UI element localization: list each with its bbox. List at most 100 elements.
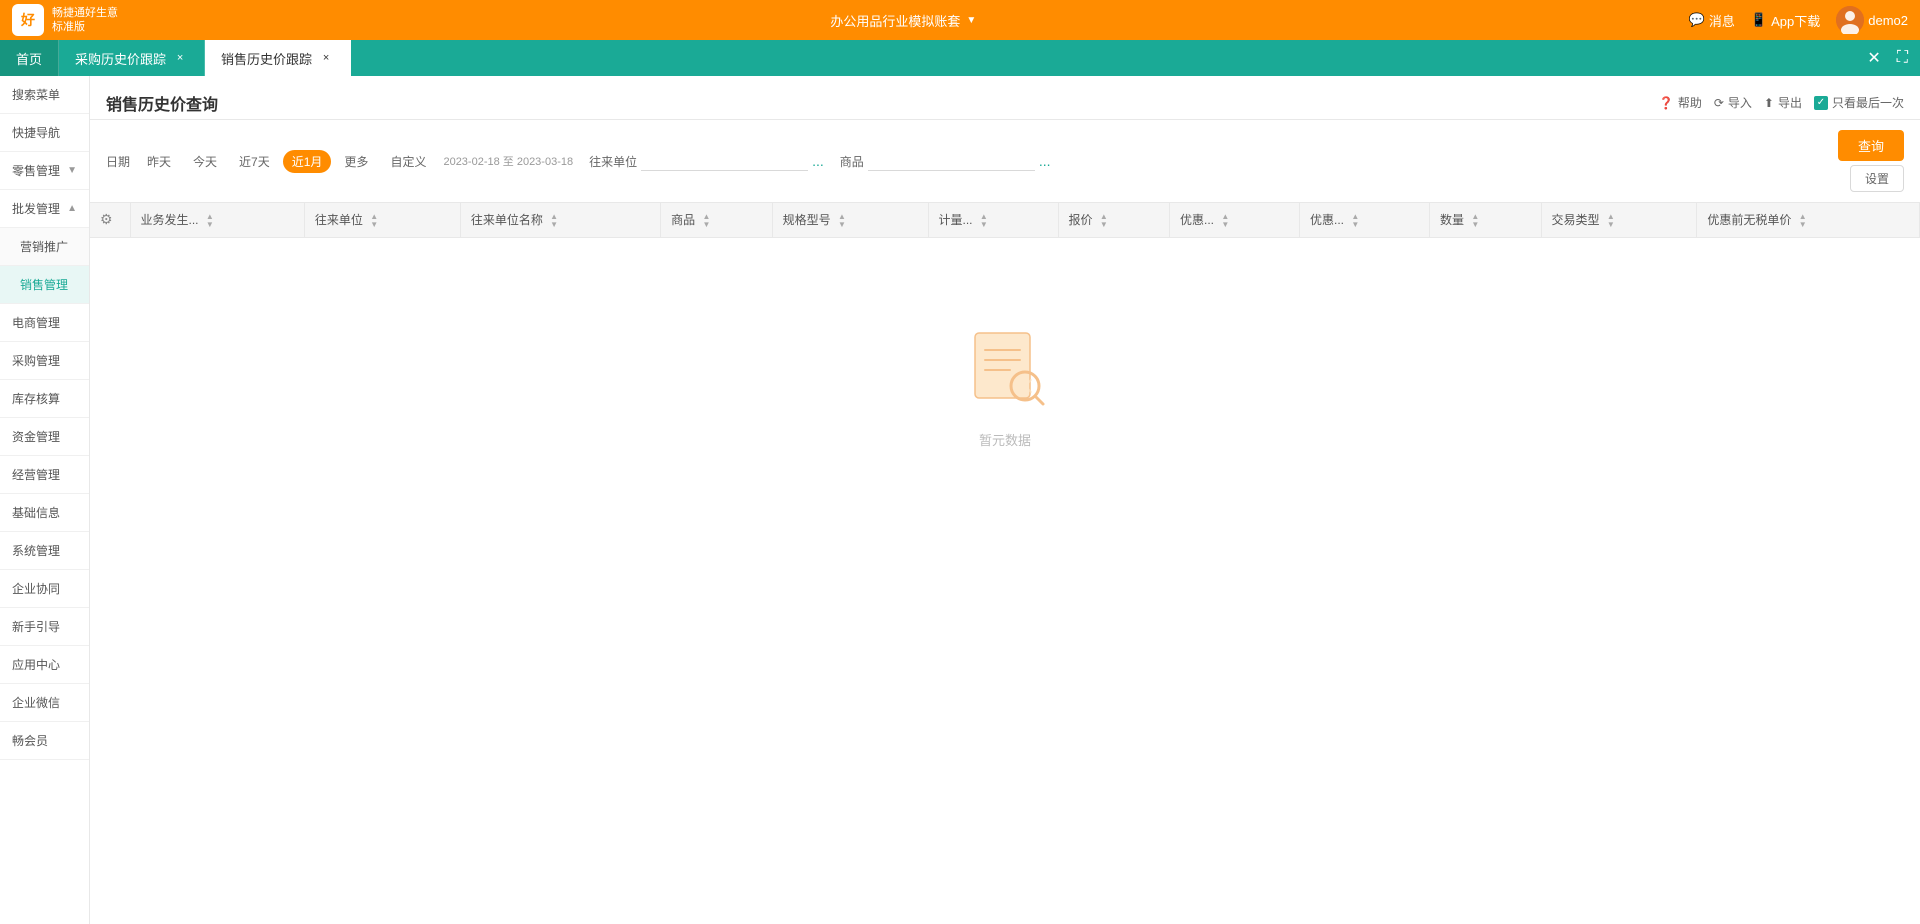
only-last-checkbox-area[interactable]: ✓ 只看最后一次 bbox=[1814, 94, 1904, 111]
export-icon: ⬆ bbox=[1764, 96, 1774, 110]
col-partner-code[interactable]: 往来单位 ▲▼ bbox=[304, 203, 460, 237]
sidebar-item-ecommerce[interactable]: 电商管理 bbox=[0, 304, 89, 342]
main-layout: 搜索菜单 快捷导航 零售管理 ▼ 批发管理 ▲ 营销推广 销售管理 电商管理 采… bbox=[0, 76, 1920, 924]
page-actions: ❓ 帮助 ⟳ 导入 ⬆ 导出 ✓ 只看最后一次 bbox=[1659, 94, 1904, 111]
sidebar-item-marketing[interactable]: 营销推广 bbox=[0, 228, 89, 266]
date-options: 昨天 今天 近7天 近1月 更多 自定义 bbox=[138, 150, 435, 173]
sort-icon: ▲▼ bbox=[838, 213, 846, 229]
sort-icon: ▲▼ bbox=[702, 213, 710, 229]
date-label: 日期 bbox=[106, 153, 130, 170]
date-btn-more[interactable]: 更多 bbox=[335, 150, 377, 173]
message-button[interactable]: 💬 消息 bbox=[1689, 11, 1735, 30]
fullscreen-button[interactable]: ⛶ bbox=[1893, 45, 1912, 71]
sort-icon: ▲▼ bbox=[1607, 213, 1615, 229]
sort-icon: ▲▼ bbox=[370, 213, 378, 229]
goods-label: 商品 bbox=[840, 153, 864, 170]
partner-label: 往来单位 bbox=[589, 153, 637, 170]
sidebar-item-retail[interactable]: 零售管理 ▼ bbox=[0, 152, 89, 190]
help-button[interactable]: ❓ 帮助 bbox=[1659, 94, 1702, 111]
goods-filter-group: 商品 ... bbox=[840, 152, 1051, 171]
table-container: ⚙ 业务发生... ▲▼ 往来单位 ▲▼ 往来单位名称 ▲▼ bbox=[90, 203, 1920, 924]
sidebar-item-enterprise[interactable]: 企业协同 bbox=[0, 570, 89, 608]
col-quote[interactable]: 报价 ▲▼ bbox=[1058, 203, 1170, 237]
sidebar-item-member[interactable]: 畅会员 bbox=[0, 722, 89, 760]
tab-sales-history[interactable]: 销售历史价跟踪 × bbox=[205, 40, 351, 76]
partner-dots[interactable]: ... bbox=[812, 153, 824, 169]
gear-icon[interactable]: ⚙ bbox=[100, 211, 113, 227]
avatar bbox=[1836, 6, 1864, 34]
logo-icon: 好 bbox=[12, 4, 44, 36]
date-btn-custom[interactable]: 自定义 bbox=[381, 150, 435, 173]
sidebar: 搜索菜单 快捷导航 零售管理 ▼ 批发管理 ▲ 营销推广 销售管理 电商管理 采… bbox=[0, 76, 90, 924]
import-icon: ⟳ bbox=[1714, 96, 1724, 110]
help-icon: ❓ bbox=[1659, 96, 1674, 110]
sidebar-item-purchase[interactable]: 采购管理 bbox=[0, 342, 89, 380]
app-download-button[interactable]: 📱 App下载 bbox=[1751, 11, 1820, 30]
col-discount1[interactable]: 优惠... ▲▼ bbox=[1170, 203, 1300, 237]
export-button[interactable]: ⬆ 导出 bbox=[1764, 94, 1802, 111]
date-btn-today[interactable]: 今天 bbox=[184, 150, 226, 173]
sort-icon: ▲▼ bbox=[980, 213, 988, 229]
sidebar-item-basic-info[interactable]: 基础信息 bbox=[0, 494, 89, 532]
close-window-button[interactable]: ✕ bbox=[1863, 44, 1884, 72]
query-button[interactable]: 查询 bbox=[1838, 130, 1904, 161]
sidebar-item-finance[interactable]: 资金管理 bbox=[0, 418, 89, 456]
data-table: ⚙ 业务发生... ▲▼ 往来单位 ▲▼ 往来单位名称 ▲▼ bbox=[90, 203, 1920, 238]
sidebar-item-sales-mgmt[interactable]: 销售管理 bbox=[0, 266, 89, 304]
col-spec[interactable]: 规格型号 ▲▼ bbox=[772, 203, 928, 237]
only-last-checkbox[interactable]: ✓ bbox=[1814, 96, 1828, 110]
sidebar-item-quick-nav[interactable]: 快捷导航 bbox=[0, 114, 89, 152]
sort-icon: ▲▼ bbox=[1799, 213, 1807, 229]
header-right: 💬 消息 📱 App下载 demo2 bbox=[1689, 6, 1908, 34]
sort-icon: ▲▼ bbox=[206, 213, 214, 229]
filter-bar: 日期 昨天 今天 近7天 近1月 更多 自定义 2023-02-18 至 202… bbox=[90, 120, 1920, 203]
settings-button[interactable]: 设置 bbox=[1850, 165, 1904, 192]
chevron-down-icon: ▼ bbox=[67, 165, 77, 176]
tab-bar: 首页 采购历史价跟踪 × 销售历史价跟踪 × ✕ ⛶ bbox=[0, 40, 1920, 76]
col-trade-type[interactable]: 交易类型 ▲▼ bbox=[1541, 203, 1697, 237]
top-header: 好 畅捷通好生意 标准版 办公用品行业模拟账套 ▼ 💬 消息 📱 App下载 bbox=[0, 0, 1920, 40]
import-button[interactable]: ⟳ 导入 bbox=[1714, 94, 1752, 111]
col-discount2[interactable]: 优惠... ▲▼ bbox=[1300, 203, 1430, 237]
user-menu[interactable]: demo2 bbox=[1836, 6, 1908, 34]
table-header-row: ⚙ 业务发生... ▲▼ 往来单位 ▲▼ 往来单位名称 ▲▼ bbox=[90, 203, 1920, 237]
sort-icon: ▲▼ bbox=[1471, 213, 1479, 229]
page-title: 销售历史价查询 bbox=[106, 91, 218, 115]
tab-home[interactable]: 首页 bbox=[0, 40, 59, 76]
sidebar-item-wholesale[interactable]: 批发管理 ▲ bbox=[0, 190, 89, 228]
workspace-selector[interactable]: 办公用品行业模拟账套 ▼ bbox=[830, 11, 976, 30]
date-btn-yesterday[interactable]: 昨天 bbox=[138, 150, 180, 173]
sidebar-item-operations[interactable]: 经营管理 bbox=[0, 456, 89, 494]
tab-purchase-history[interactable]: 采购历史价跟踪 × bbox=[59, 40, 205, 76]
sidebar-item-app-center[interactable]: 应用中心 bbox=[0, 646, 89, 684]
tab-sales-history-close[interactable]: × bbox=[318, 50, 334, 66]
col-partner-name[interactable]: 往来单位名称 ▲▼ bbox=[460, 203, 660, 237]
sidebar-item-wechat[interactable]: 企业微信 bbox=[0, 684, 89, 722]
sidebar-item-system[interactable]: 系统管理 bbox=[0, 532, 89, 570]
col-goods[interactable]: 商品 ▲▼ bbox=[661, 203, 773, 237]
sort-icon: ▲▼ bbox=[550, 213, 558, 229]
col-qty[interactable]: 数量 ▲▼ bbox=[1430, 203, 1542, 237]
partner-filter-group: 往来单位 ... bbox=[589, 152, 824, 171]
col-date[interactable]: 业务发生... ▲▼ bbox=[130, 203, 304, 237]
sidebar-item-search[interactable]: 搜索菜单 bbox=[0, 76, 89, 114]
partner-input[interactable] bbox=[641, 152, 808, 171]
goods-input[interactable] bbox=[868, 152, 1035, 171]
chevron-down-icon: ▼ bbox=[966, 15, 976, 26]
tab-purchase-history-close[interactable]: × bbox=[172, 50, 188, 66]
col-unit[interactable]: 计量... ▲▼ bbox=[928, 203, 1058, 237]
avatar-icon bbox=[1836, 6, 1864, 34]
goods-dots[interactable]: ... bbox=[1039, 153, 1051, 169]
filter-actions: 查询 设置 bbox=[1838, 130, 1904, 192]
empty-state: 暂元数据 bbox=[90, 238, 1920, 529]
sidebar-item-inventory[interactable]: 库存核算 bbox=[0, 380, 89, 418]
sidebar-item-guide[interactable]: 新手引导 bbox=[0, 608, 89, 646]
content-area: 销售历史价查询 ❓ 帮助 ⟳ 导入 ⬆ 导出 ✓ 只看最后一次 bbox=[90, 76, 1920, 924]
tab-bar-controls: ✕ ⛶ bbox=[1863, 44, 1920, 72]
date-btn-7days[interactable]: 近7天 bbox=[230, 150, 279, 173]
col-gear[interactable]: ⚙ bbox=[90, 203, 130, 237]
date-btn-1month[interactable]: 近1月 bbox=[283, 150, 332, 173]
sort-icon: ▲▼ bbox=[1100, 213, 1108, 229]
col-pretax-price[interactable]: 优惠前无税单价 ▲▼ bbox=[1697, 203, 1920, 237]
sort-icon: ▲▼ bbox=[1351, 213, 1359, 229]
